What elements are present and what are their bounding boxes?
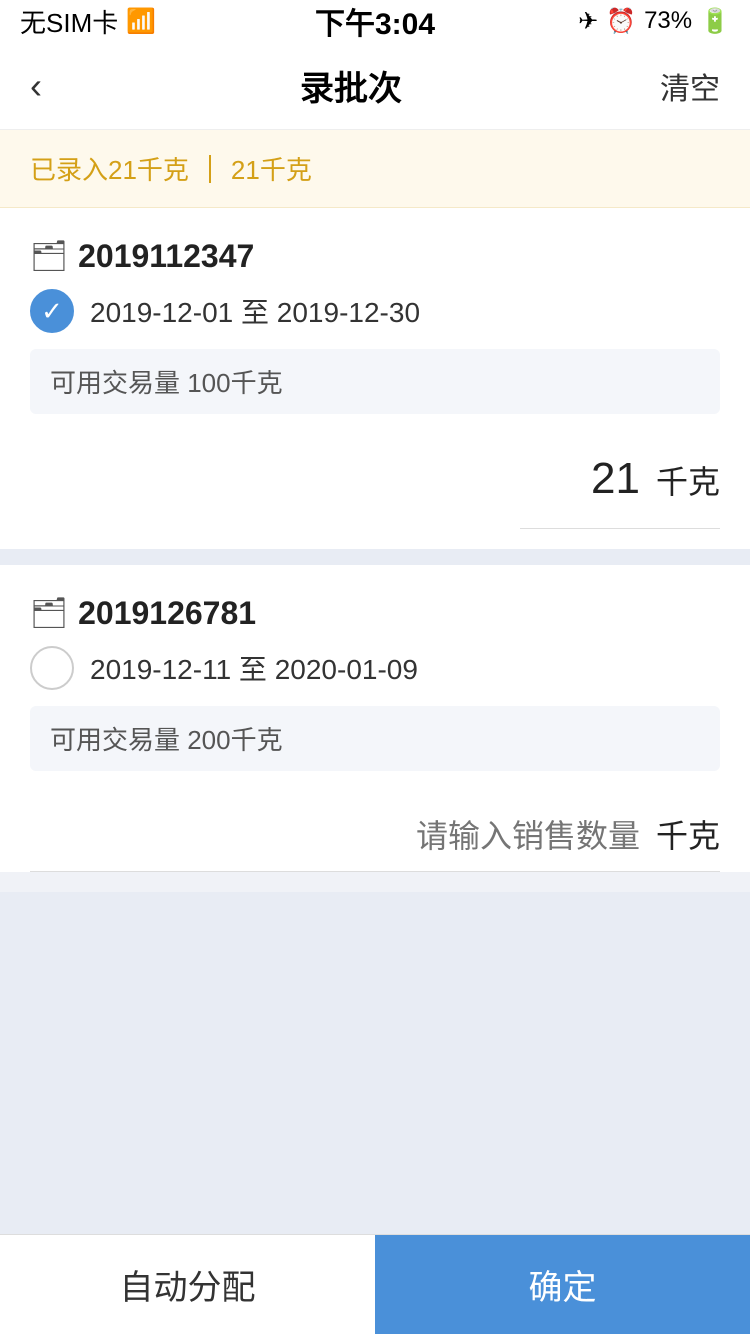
battery-label: 73% [644,7,692,35]
status-right: ✈ ⏰ 73% 🔋 [578,7,730,36]
wifi-icon: 📶 [126,7,156,36]
status-time: 下午3:04 [315,0,435,43]
batch-availability-1: 可用交易量 100千克 [30,349,720,414]
checkmark-icon-1: ✓ [41,298,63,324]
batch-number-1: 2019112347 [78,238,254,275]
batch-doc-icon-1: 🗂 [30,239,68,274]
nav-bar: ‹ 录批次 清空 [0,42,750,130]
batch-checkbox-1[interactable]: ✓ [30,289,74,333]
batch-date-1: 2019-12-01 至 2019-12-30 [90,291,420,331]
clear-button[interactable]: 清空 [660,64,720,108]
confirm-button[interactable]: 确定 [375,1235,750,1334]
batch-item-1: 🗂 2019112347 ✓ 2019-12-01 至 2019-12-30 可… [0,208,750,434]
amount-row-1: 21 千克 [0,434,750,528]
auto-distribute-button[interactable]: 自动分配 [0,1235,375,1334]
batch-availability-2: 可用交易量 200千克 [30,706,720,771]
total-summary: 21千克 [231,150,312,187]
input-row-2: 千克 [30,801,720,871]
section-gap [0,549,750,565]
sales-quantity-input[interactable] [30,818,640,855]
bottom-bar: 自动分配 确定 [0,1234,750,1334]
input-unit-2: 千克 [656,811,720,857]
status-bar: 无SIM卡 📶 下午3:04 ✈ ⏰ 73% 🔋 [0,0,750,42]
batch-doc-icon-2: 🗂 [30,596,68,631]
summary-bar: 已录入21千克 21千克 [0,130,750,208]
page-title: 录批次 [300,61,402,110]
batch-date-2: 2019-12-11 至 2020-01-09 [90,648,418,688]
batch-header-1: 🗂 2019112347 [30,238,720,275]
battery-icon: 🔋 [700,7,730,36]
batch-item-2: 🗂 2019126781 ✓ 2019-12-11 至 2020-01-09 可… [0,565,750,791]
recorded-summary: 已录入21千克 [30,150,189,187]
amount-value-1: 21 [591,454,640,504]
batch-header-2: 🗂 2019126781 [30,595,720,632]
status-left: 无SIM卡 📶 [20,3,156,40]
alarm-icon: ⏰ [606,7,636,36]
location-icon: ✈ [578,7,598,36]
batch-checkbox-2[interactable]: ✓ [30,646,74,690]
batch-date-row-2: ✓ 2019-12-11 至 2020-01-09 [30,646,720,690]
carrier-label: 无SIM卡 [20,3,118,40]
summary-divider [209,155,211,183]
back-button[interactable]: ‹ [30,65,42,107]
batch-number-2: 2019126781 [78,595,256,632]
amount-unit-1: 千克 [656,457,720,503]
checkmark-icon-2: ✓ [41,655,63,681]
batch-date-row-1: ✓ 2019-12-01 至 2019-12-30 [30,289,720,333]
